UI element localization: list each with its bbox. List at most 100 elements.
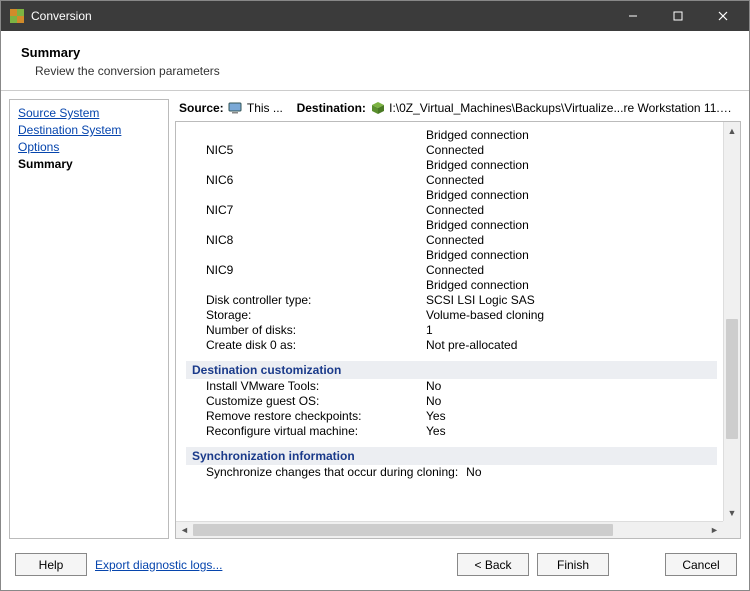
page-subtitle: Review the conversion parameters	[21, 64, 729, 78]
table-row: Bridged connection	[186, 278, 717, 293]
row-label	[186, 158, 426, 173]
app-icon	[9, 8, 25, 24]
scroll-thumb[interactable]	[726, 319, 738, 439]
summary-panel: Source: This ... Destination: I:\0Z_Virt…	[175, 99, 741, 539]
table-row: Remove restore checkpoints:Yes	[186, 409, 717, 424]
vertical-scrollbar[interactable]: ▲ ▼	[723, 122, 740, 521]
step-source-system[interactable]: Source System	[18, 106, 160, 120]
help-button[interactable]: Help	[15, 553, 87, 576]
destination-value: I:\0Z_Virtual_Machines\Backups\Virtualiz…	[389, 101, 737, 115]
row-value: Volume-based cloning	[426, 308, 717, 323]
horizontal-scrollbar[interactable]: ◄ ►	[176, 521, 723, 538]
row-label	[186, 278, 426, 293]
scroll-up-icon[interactable]: ▲	[724, 122, 740, 139]
page-title: Summary	[21, 45, 729, 60]
wizard-footer: Help Export diagnostic logs... < Back Fi…	[1, 543, 749, 590]
summary-content: Bridged connection NIC5Connected Bridged…	[175, 121, 741, 539]
row-label: Customize guest OS:	[186, 394, 426, 409]
export-logs-link[interactable]: Export diagnostic logs...	[95, 558, 222, 572]
section-synchronization: Synchronization information	[186, 447, 717, 465]
row-value: No	[426, 379, 717, 394]
table-row: Reconfigure virtual machine:Yes	[186, 424, 717, 439]
vm-cube-icon	[370, 101, 385, 115]
wizard-steps: Source System Destination System Options…	[9, 99, 169, 539]
table-row: Storage:Volume-based cloning	[186, 308, 717, 323]
wizard-body: Source System Destination System Options…	[1, 91, 749, 543]
row-label	[186, 248, 426, 263]
table-row: NIC6Connected	[186, 173, 717, 188]
titlebar: Conversion	[1, 1, 749, 31]
row-label: Install VMware Tools:	[186, 379, 426, 394]
scroll-track[interactable]	[724, 139, 740, 504]
back-button[interactable]: < Back	[457, 553, 529, 576]
close-button[interactable]	[700, 1, 745, 31]
wizard-header: Summary Review the conversion parameters	[1, 31, 749, 91]
row-label: Remove restore checkpoints:	[186, 409, 426, 424]
row-value: Not pre-allocated	[426, 338, 717, 353]
row-value: Connected	[426, 263, 717, 278]
row-label: Create disk 0 as:	[186, 338, 426, 353]
row-label: Number of disks:	[186, 323, 426, 338]
destination-label: Destination:	[297, 101, 366, 115]
source-destination-bar: Source: This ... Destination: I:\0Z_Virt…	[175, 99, 741, 121]
row-label	[186, 188, 426, 203]
summary-scroll-area: Bridged connection NIC5Connected Bridged…	[176, 122, 740, 538]
row-value: No	[466, 465, 717, 480]
row-label: NIC5	[186, 143, 426, 158]
table-row: Bridged connection	[186, 218, 717, 233]
table-row: NIC8Connected	[186, 233, 717, 248]
row-value: Bridged connection	[426, 188, 717, 203]
table-row: NIC9Connected	[186, 263, 717, 278]
computer-icon	[228, 101, 243, 115]
row-label: Disk controller type:	[186, 293, 426, 308]
table-row: Bridged connection	[186, 128, 717, 143]
scroll-track[interactable]	[193, 522, 706, 538]
row-label: NIC9	[186, 263, 426, 278]
table-row: Bridged connection	[186, 188, 717, 203]
table-row: NIC5Connected	[186, 143, 717, 158]
row-value: Bridged connection	[426, 218, 717, 233]
row-value: No	[426, 394, 717, 409]
section-destination-customization: Destination customization	[186, 361, 717, 379]
maximize-button[interactable]	[655, 1, 700, 31]
row-value: Yes	[426, 424, 717, 439]
row-label: NIC7	[186, 203, 426, 218]
row-label: Storage:	[186, 308, 426, 323]
scroll-thumb[interactable]	[193, 524, 613, 536]
scroll-right-icon[interactable]: ►	[706, 522, 723, 538]
step-options[interactable]: Options	[18, 140, 160, 154]
scroll-left-icon[interactable]: ◄	[176, 522, 193, 538]
step-destination-system[interactable]: Destination System	[18, 123, 160, 137]
table-row: NIC7Connected	[186, 203, 717, 218]
row-value: SCSI LSI Logic SAS	[426, 293, 717, 308]
cancel-button[interactable]: Cancel	[665, 553, 737, 576]
window-title: Conversion	[31, 9, 610, 23]
row-label	[186, 128, 426, 143]
finish-button[interactable]: Finish	[537, 553, 609, 576]
window-controls	[610, 1, 745, 31]
source-label: Source:	[179, 101, 224, 115]
table-row: Customize guest OS:No	[186, 394, 717, 409]
table-row: Create disk 0 as:Not pre-allocated	[186, 338, 717, 353]
row-label: Reconfigure virtual machine:	[186, 424, 426, 439]
row-label: NIC6	[186, 173, 426, 188]
row-value: Bridged connection	[426, 158, 717, 173]
row-value: 1	[426, 323, 717, 338]
table-row: Number of disks:1	[186, 323, 717, 338]
source-value: This ...	[247, 101, 283, 115]
row-label: Synchronize changes that occur during cl…	[186, 465, 466, 480]
row-value: Connected	[426, 233, 717, 248]
table-row: Synchronize changes that occur during cl…	[186, 465, 717, 480]
conversion-window: Conversion Summary Review the conversion…	[0, 0, 750, 591]
row-label: NIC8	[186, 233, 426, 248]
summary-table: Bridged connection NIC5Connected Bridged…	[176, 122, 723, 486]
row-value: Yes	[426, 409, 717, 424]
row-value: Bridged connection	[426, 128, 717, 143]
table-row: Install VMware Tools:No	[186, 379, 717, 394]
row-value: Connected	[426, 143, 717, 158]
row-value: Bridged connection	[426, 278, 717, 293]
row-value: Connected	[426, 173, 717, 188]
table-row: Bridged connection	[186, 248, 717, 263]
scroll-down-icon[interactable]: ▼	[724, 504, 740, 521]
minimize-button[interactable]	[610, 1, 655, 31]
